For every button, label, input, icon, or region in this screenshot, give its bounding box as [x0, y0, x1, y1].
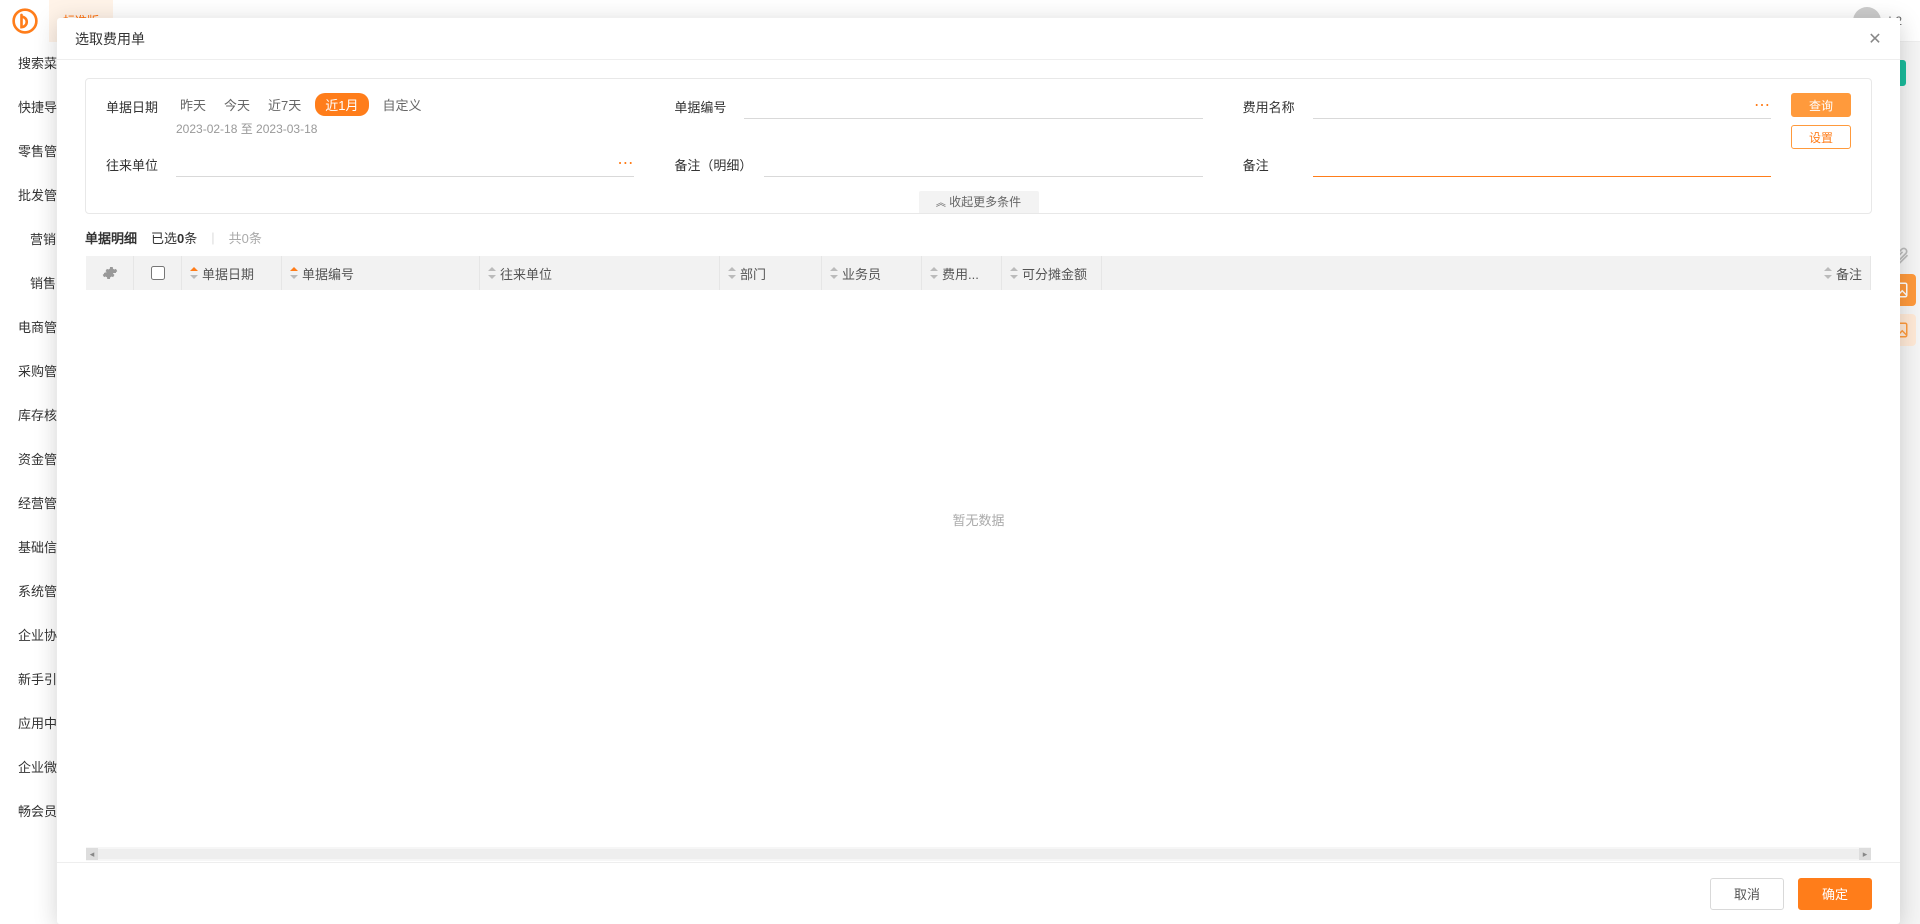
close-icon[interactable]: ✕ [1864, 28, 1886, 50]
collapse-filters-button[interactable]: ︽ 收起更多条件 [919, 191, 1039, 213]
col-doc-code[interactable]: 单据编号 [282, 256, 480, 290]
col-remark[interactable]: 备注 [1102, 256, 1871, 290]
column-settings-button[interactable] [86, 256, 134, 290]
modal-overlay: 选取费用单 ✕ 单据日期 昨天今天近7天近1月自定义 2023-02-18 至 … [0, 0, 1920, 924]
section-title: 单据明细 [85, 228, 137, 247]
date-chip[interactable]: 近1月 [315, 93, 368, 116]
sort-icon [728, 267, 736, 279]
fee-name-more-icon[interactable]: ⋯ [1754, 95, 1771, 115]
selected-count: 已选0条 [151, 228, 197, 247]
unit-more-icon[interactable]: ⋯ [617, 153, 634, 173]
scroll-right-icon[interactable]: ▸ [1859, 848, 1871, 860]
remark-input[interactable] [1313, 151, 1771, 177]
col-unit[interactable]: 往来单位 [480, 256, 720, 290]
filter-actions: 查询 设置 [1791, 93, 1851, 149]
col-dept[interactable]: 部门 [720, 256, 822, 290]
date-chip[interactable]: 自定义 [379, 93, 426, 116]
date-range-text: 2023-02-18 至 2023-03-18 [176, 120, 634, 137]
filter-doc-date: 单据日期 昨天今天近7天近1月自定义 2023-02-18 至 2023-03-… [106, 93, 634, 137]
chevron-up-icon: ︽ [936, 198, 946, 209]
label-doc-date: 单据日期 [106, 93, 176, 116]
filter-unit: 往来单位 ⋯ [106, 151, 634, 177]
filter-fee-name: 费用名称 ⋯ [1243, 93, 1771, 119]
doc-table: 单据日期 单据编号 往来单位 部门 业务员 费用... 可分摊金额 备注 暂无数… [85, 255, 1872, 862]
label-unit: 往来单位 [106, 151, 176, 174]
modal-footer: 取消 确定 [57, 862, 1900, 924]
horizontal-scrollbar[interactable]: ◂ ▸ [86, 847, 1871, 861]
modal-title: 选取费用单 [75, 29, 145, 49]
remark-detail-input[interactable] [764, 151, 1202, 177]
filter-doc-code: 单据编号 [674, 93, 1202, 119]
section-header: 单据明细 已选0条 | 共0条 [85, 228, 1872, 247]
col-user[interactable]: 业务员 [822, 256, 922, 290]
table-body: 暂无数据 [86, 290, 1871, 847]
sort-icon [290, 267, 298, 279]
gear-icon [102, 265, 118, 281]
ok-button[interactable]: 确定 [1798, 878, 1872, 910]
label-fee-name: 费用名称 [1243, 93, 1313, 116]
sort-icon [930, 267, 938, 279]
filter-remark-detail: 备注（明细） [674, 151, 1202, 177]
sort-icon [1824, 267, 1832, 279]
empty-placeholder: 暂无数据 [952, 510, 1004, 529]
label-remark-detail: 备注（明细） [674, 151, 764, 174]
date-chip[interactable]: 今天 [220, 93, 254, 116]
col-doc-date[interactable]: 单据日期 [182, 256, 282, 290]
sort-icon [190, 267, 198, 279]
date-chip[interactable]: 近7天 [264, 93, 305, 116]
fee-name-input[interactable] [1313, 93, 1771, 119]
sort-icon [488, 267, 496, 279]
filter-remark: 备注 [1243, 151, 1771, 177]
date-chip[interactable]: 昨天 [176, 93, 210, 116]
sort-icon [1010, 267, 1018, 279]
table-header: 单据日期 单据编号 往来单位 部门 业务员 费用... 可分摊金额 备注 [86, 256, 1871, 290]
select-fee-doc-modal: 选取费用单 ✕ 单据日期 昨天今天近7天近1月自定义 2023-02-18 至 … [57, 18, 1900, 924]
filter-panel: 单据日期 昨天今天近7天近1月自定义 2023-02-18 至 2023-03-… [85, 78, 1872, 214]
label-remark: 备注 [1243, 151, 1313, 174]
scroll-left-icon[interactable]: ◂ [86, 848, 98, 860]
query-button[interactable]: 查询 [1791, 93, 1851, 117]
col-fee[interactable]: 费用... [922, 256, 1002, 290]
select-all-checkbox[interactable] [134, 256, 182, 290]
sort-icon [830, 267, 838, 279]
cancel-button[interactable]: 取消 [1710, 878, 1784, 910]
modal-header: 选取费用单 ✕ [57, 18, 1900, 60]
unit-input[interactable] [176, 151, 634, 177]
settings-button[interactable]: 设置 [1791, 125, 1851, 149]
label-doc-code: 单据编号 [674, 93, 744, 116]
doc-code-input[interactable] [744, 93, 1202, 119]
col-amount[interactable]: 可分摊金额 [1002, 256, 1102, 290]
total-count: 共0条 [229, 228, 262, 247]
collapse-text: 收起更多条件 [949, 195, 1021, 209]
date-chip-row: 昨天今天近7天近1月自定义 [176, 93, 634, 116]
